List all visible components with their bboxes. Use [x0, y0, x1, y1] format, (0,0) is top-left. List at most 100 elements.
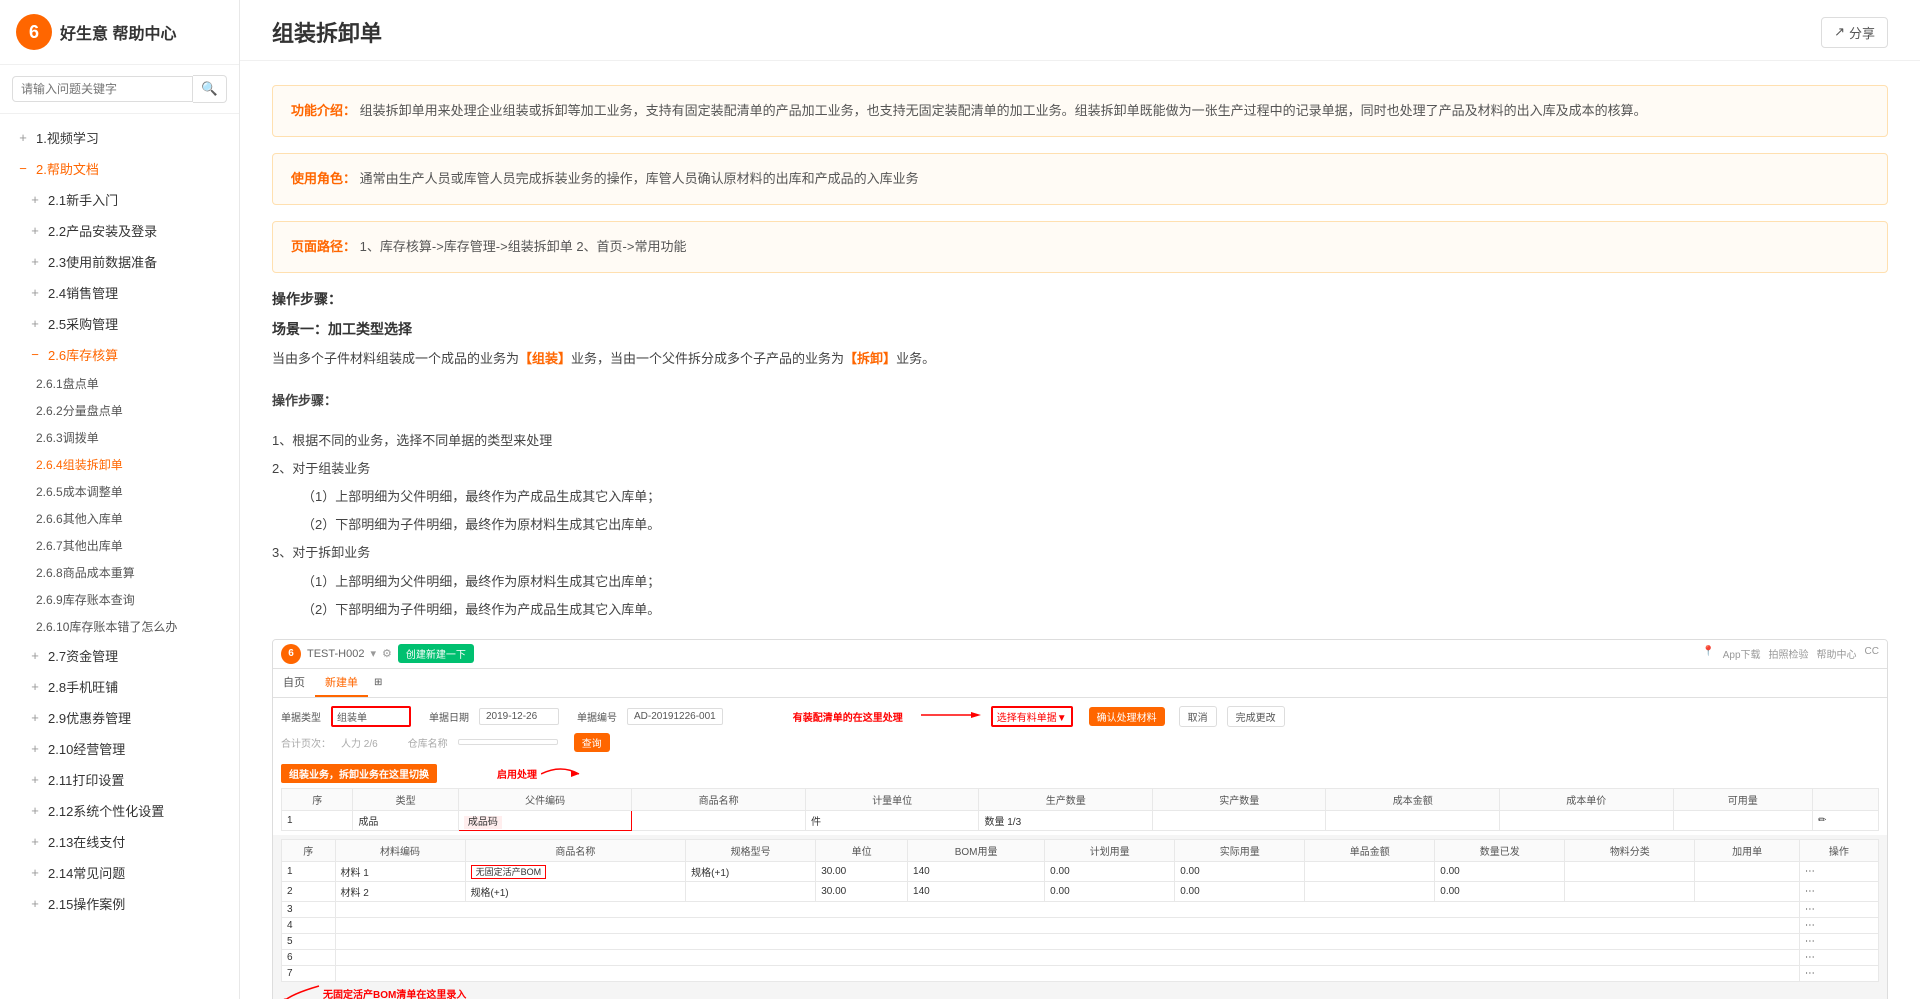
cell-b-action-3[interactable]: ⋯ — [1799, 901, 1878, 917]
cell-edit[interactable]: ✏ — [1813, 810, 1879, 830]
step-3-1: （1）上部明细为父件明细，最终作为原材料生成其它出库单； — [272, 571, 1888, 593]
confirm-process-btn[interactable]: 确认处理材料 — [1089, 707, 1165, 726]
sidebar-item-2-6-5[interactable]: 2.6.5成本调整单 — [0, 478, 239, 505]
annotation-4-row: 无固定活产BOM清单在这里录入 — [281, 984, 1879, 999]
sidebar-item-2-13[interactable]: + 2.13在线支付 — [0, 826, 239, 857]
cell-b-actual-2: 0.00 — [1175, 881, 1305, 901]
role-text: 通常由生产人员或库管人员完成拆装业务的操作，库管人员确认原材料的出库和产成品的入… — [360, 171, 919, 186]
sidebar-item-2-6-6[interactable]: 2.6.6其他入库单 — [0, 505, 239, 532]
mock-top-table-head: 序 类型 父件编码 商品名称 计量单位 生产数量 实产数量 成本金额 成本单价 … — [282, 788, 1879, 810]
cell-b-action-6[interactable]: ⋯ — [1799, 949, 1878, 965]
cell-type: 成品 — [353, 810, 458, 830]
cell-b-action-4[interactable]: ⋯ — [1799, 917, 1878, 933]
scenario-title: 场景一：加工类型选择 — [272, 319, 1888, 339]
sidebar-item-2-4[interactable]: + 2.4销售管理 — [0, 277, 239, 308]
sidebar-item-2-6-3[interactable]: 2.6.3调拨单 — [0, 424, 239, 451]
assembly-toggle-btn[interactable]: 组装业务，拆卸业务在这里切换 — [281, 764, 437, 783]
sidebar-item-label: 2.帮助文档 — [36, 159, 99, 178]
sidebar-item-2-6[interactable]: − 2.6库存核算 — [0, 339, 239, 370]
cancel-btn[interactable]: 取消 — [1179, 706, 1217, 727]
mock-create-btn[interactable]: 创建新建一下 — [398, 644, 474, 663]
sidebar-item-2-6-4[interactable]: 2.6.4组装拆卸单 — [0, 451, 239, 478]
cell-b-order-2 — [1695, 881, 1800, 901]
sidebar-item-2-6-2[interactable]: 2.6.2分量盘点单 — [0, 397, 239, 424]
cell-b-bom-2: 140 — [908, 881, 1045, 901]
sidebar-item-2-6-8[interactable]: 2.6.8商品成本重算 — [0, 559, 239, 586]
sidebar-item-2-12[interactable]: + 2.12系统个性化设置 — [0, 795, 239, 826]
sidebar-item-2-6-9[interactable]: 2.6.9库存账本查询 — [0, 586, 239, 613]
search-goods-btn[interactable]: 查询 — [574, 733, 610, 752]
sidebar-item-label: 2.13在线支付 — [48, 832, 125, 851]
sidebar-item-2-6-10[interactable]: 2.6.10库存账本错了怎么办 — [0, 613, 239, 640]
sidebar-item-2-11[interactable]: + 2.11打印设置 — [0, 764, 239, 795]
date-input[interactable]: 2019-12-26 — [479, 708, 559, 725]
sidebar-item-2-6-1[interactable]: 2.6.1盘点单 — [0, 370, 239, 397]
col-parent-code: 父件编码 — [458, 788, 632, 810]
date-label: 单据日期 — [429, 709, 469, 724]
search-input[interactable] — [12, 76, 193, 102]
mock-bottom-table-body: 1 材料 1 无固定活产BOM 规格(+1) 30.00 140 0.00 0.… — [282, 861, 1879, 981]
minus-icon: − — [16, 162, 30, 176]
mock-tab-home[interactable]: 自页 — [273, 669, 315, 697]
sidebar-item-2-8[interactable]: + 2.8手机旺铺 — [0, 671, 239, 702]
plus-icon: + — [28, 193, 42, 207]
col-b-unit-price: 单品金额 — [1305, 839, 1435, 861]
col-b-actual-qty: 实际用量 — [1175, 839, 1305, 861]
parent-code-value: 成品码 — [464, 816, 502, 829]
sidebar-item-videos[interactable]: + 1.视频学习 — [0, 122, 239, 153]
sidebar-item-2-6-7[interactable]: 2.6.7其他出库单 — [0, 532, 239, 559]
select-bom-btn[interactable]: 选择有料单据▼ — [991, 706, 1073, 727]
cell-b-empty-6 — [335, 949, 1799, 965]
sidebar-item-label: 1.视频学习 — [36, 128, 99, 147]
warehouse-input[interactable] — [458, 739, 558, 745]
sidebar-item-docs[interactable]: − 2.帮助文档 — [0, 153, 239, 184]
arrow-svg-4 — [281, 984, 321, 999]
order-type-input[interactable]: 组装单 — [331, 706, 411, 727]
cell-cost-amount — [1326, 810, 1500, 830]
cell-b-empty-3 — [335, 901, 1799, 917]
cell-b-issued-2: 0.00 — [1435, 881, 1565, 901]
sidebar-item-2-9[interactable]: + 2.9优惠券管理 — [0, 702, 239, 733]
col-b-issued-qty: 数量已发 — [1435, 839, 1565, 861]
sidebar-item-2-10[interactable]: + 2.10经营管理 — [0, 733, 239, 764]
sidebar-item-label: 2.10经营管理 — [48, 739, 125, 758]
col-type: 类型 — [353, 788, 458, 810]
cell-b-action-7[interactable]: ⋯ — [1799, 965, 1878, 981]
sidebar-item-2-14[interactable]: + 2.14常见问题 — [0, 857, 239, 888]
sidebar-item-2-1[interactable]: + 2.1新手入门 — [0, 184, 239, 215]
sidebar-item-2-2[interactable]: + 2.2产品安装及登录 — [0, 215, 239, 246]
scenario-desc-text: 当由多个子件材料组装成一个成品的业务为【组装】业务，当由一个父件拆分成多个子产品… — [272, 351, 935, 366]
mock-tab-other[interactable]: ⊞ — [368, 669, 388, 697]
search-button[interactable]: 🔍 — [193, 75, 227, 103]
share-button[interactable]: ↗ 分享 — [1821, 17, 1888, 48]
table-row: 2 材料 2 规格(+1) 30.00 140 0.00 0.00 0.00 — [282, 881, 1879, 901]
cell-b-cat — [1565, 861, 1695, 881]
col-cost-price: 成本单价 — [1500, 788, 1674, 810]
sidebar-item-2-3[interactable]: + 2.3使用前数据准备 — [0, 246, 239, 277]
order-num-input[interactable]: AD-20191226-001 — [627, 708, 723, 725]
mock-icon5: CC — [1865, 646, 1879, 661]
path-text: 1、库存核算->库存管理->组装拆卸单 2、首页->常用功能 — [360, 239, 687, 254]
cell-b-action-5[interactable]: ⋯ — [1799, 933, 1878, 949]
cell-b-action-2[interactable]: ⋯ — [1799, 881, 1878, 901]
cell-b-spec-2 — [686, 881, 816, 901]
arrow-svg-enable — [541, 764, 581, 784]
table-row: 1 材料 1 无固定活产BOM 规格(+1) 30.00 140 0.00 0.… — [282, 861, 1879, 881]
annotation-bom-enter: 无固定活产BOM清单在这里录入 — [323, 986, 466, 999]
mock-topbar-id: TEST-H002 — [307, 648, 364, 660]
table-row: 4 ⋯ — [282, 917, 1879, 933]
cell-b-action[interactable]: ⋯ — [1799, 861, 1878, 881]
steps-title: 操作步骤： — [272, 289, 1888, 309]
annotation-bom: 有装配清单的在这里处理 — [793, 709, 903, 724]
logo-area: 6 好生意 帮助中心 — [0, 0, 239, 65]
cell-b-issued: 0.00 — [1435, 861, 1565, 881]
table-row: 5 ⋯ — [282, 933, 1879, 949]
mock-tab-new[interactable]: 新建单 — [315, 669, 368, 697]
col-action — [1813, 788, 1879, 810]
sidebar-item-2-7[interactable]: + 2.7资金管理 — [0, 640, 239, 671]
sidebar-item-2-5[interactable]: + 2.5采购管理 — [0, 308, 239, 339]
sidebar-item-2-15[interactable]: + 2.15操作案例 — [0, 888, 239, 919]
other-btn[interactable]: 完成更改 — [1227, 706, 1285, 727]
sidebar-item-label: 2.15操作案例 — [48, 894, 125, 913]
sidebar-item-label: 2.3使用前数据准备 — [48, 252, 157, 271]
